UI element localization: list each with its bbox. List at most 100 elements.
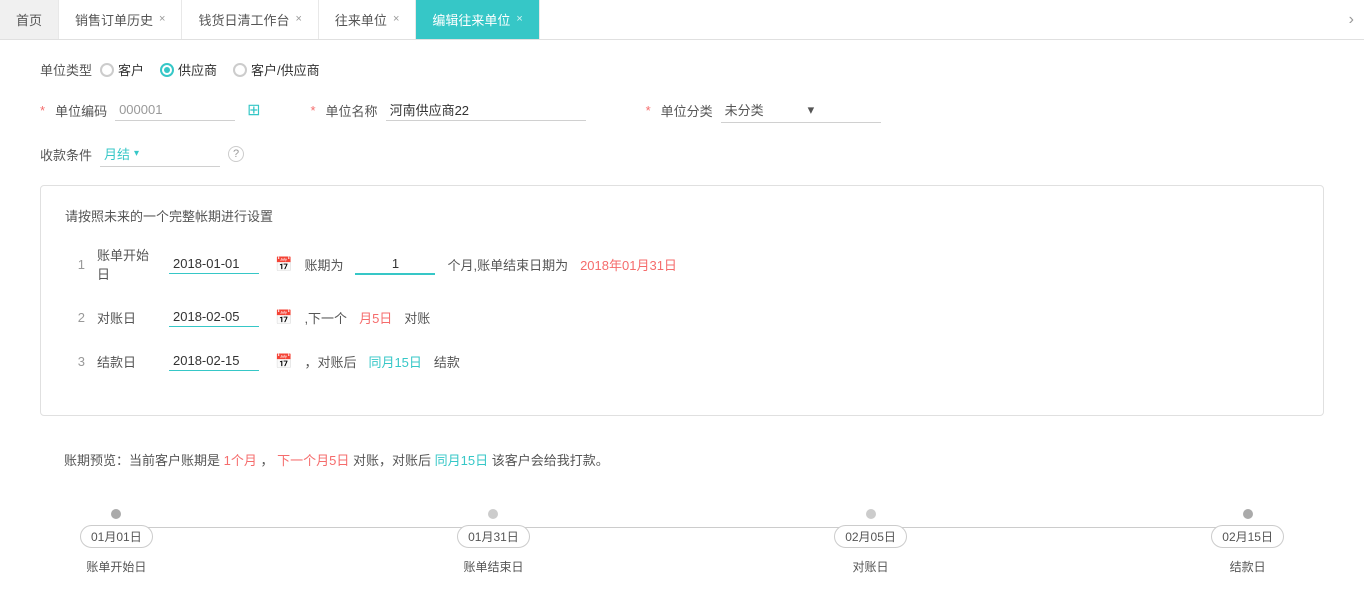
row-1-num: 1 (65, 257, 85, 272)
tab-edit-partner[interactable]: 编辑往来单位 × (416, 0, 539, 39)
unit-name-input[interactable] (386, 99, 586, 121)
unit-classify-select[interactable]: 未分类 ▾ (721, 97, 881, 123)
unit-classify-star: * (646, 103, 651, 118)
radio-supplier-label: 供应商 (178, 60, 217, 79)
row-2-date-input[interactable] (169, 307, 259, 327)
row-2-type: 对账日 (97, 308, 157, 327)
settings-box: 请按照未来的一个完整帐期进行设置 1 账单开始日 📅 账期为 个月,账单结束日期… (40, 185, 1324, 416)
radio-customer-label: 客户 (118, 60, 144, 79)
payment-arrow: ▾ (134, 148, 139, 159)
row-3-type: 结款日 (97, 352, 157, 371)
payment-value: 月结 (104, 144, 130, 163)
row-1-period-label: 账期为 (304, 255, 343, 274)
tab-edit-partner-label: 编辑往来单位 (432, 10, 510, 29)
row-2-suffix-after: 对账 (404, 308, 430, 327)
row-1-period-end: 2018年01月31日 (580, 255, 677, 274)
tab-cash-desk-close[interactable]: × (295, 14, 301, 25)
tab-sales-order-close[interactable]: × (159, 14, 165, 25)
unit-classify-label: 单位分类 (661, 101, 713, 120)
timeline-wrapper: 01月01日 账单开始日 01月31日 账单结束日 02月05日 对账日 02月… (60, 509, 1304, 575)
tl-label-3: 结款日 (1230, 558, 1266, 575)
form-row-payment: 收款条件 月结 ▾ ? (40, 141, 1324, 167)
unit-classify-field: * 单位分类 未分类 ▾ (646, 97, 881, 123)
setting-row-3: 3 结款日 📅 ，对账后 同月15日 结款 (65, 351, 1299, 371)
radio-both[interactable]: 客户/供应商 (233, 60, 320, 79)
payment-select[interactable]: 月结 ▾ (100, 141, 220, 167)
preview-part4: 同月15日 (435, 453, 488, 468)
tl-label-1: 账单结束日 (463, 558, 523, 575)
preview-part1: 1个月 (224, 453, 257, 468)
page-content: 单位类型 客户 供应商 客户/供应商 * 单位编码 (0, 40, 1364, 608)
radio-supplier-circle (160, 63, 174, 77)
row-3-num: 3 (65, 354, 85, 369)
settings-title: 请按照未来的一个完整帐期进行设置 (65, 206, 1299, 225)
row-2-suffix-before: ,下一个 (304, 308, 347, 327)
radio-both-label: 客户/供应商 (251, 60, 320, 79)
tab-sales-order-label: 销售订单历史 (75, 10, 153, 29)
row-1-type: 账单开始日 (97, 245, 157, 283)
tab-cash-desk[interactable]: 钱货日清工作台 × (182, 0, 318, 39)
tl-badge-3: 02月15日 (1211, 525, 1284, 548)
unit-type-label: 单位类型 (40, 60, 92, 79)
timeline-points: 01月01日 账单开始日 01月31日 账单结束日 02月05日 对账日 02月… (80, 509, 1284, 575)
setting-row-2: 2 对账日 📅 ,下一个 月5日 对账 (65, 307, 1299, 327)
radio-supplier[interactable]: 供应商 (160, 60, 217, 79)
unit-code-star: * (40, 103, 45, 118)
unit-name-field: * 单位名称 (310, 99, 585, 121)
row-3-date-input[interactable] (169, 351, 259, 371)
row-3-suffix-highlight: 同月15日 (368, 352, 421, 371)
tl-badge-0: 01月01日 (80, 525, 153, 548)
unit-code-label: 单位编码 (55, 101, 107, 120)
tab-home[interactable]: 首页 (0, 0, 59, 39)
radio-group-unit-type: 客户 供应商 客户/供应商 (100, 60, 320, 79)
row-3-calendar-icon[interactable]: 📅 (275, 353, 292, 370)
timeline-point-1: 01月31日 账单结束日 (457, 509, 530, 575)
unit-code-input[interactable] (115, 99, 235, 121)
unit-classify-arrow: ▾ (808, 102, 815, 118)
row-1-period-unit: 个月,账单结束日期为 (447, 255, 568, 274)
tab-partner-close[interactable]: × (393, 14, 399, 25)
tabs-scroll-arrow[interactable]: › (1339, 11, 1364, 29)
tab-home-label: 首页 (16, 10, 42, 29)
form-row-unit-type: 单位类型 客户 供应商 客户/供应商 (40, 60, 1324, 79)
row-1-date-input[interactable] (169, 254, 259, 274)
preview-part3: 对账，对账后 (353, 453, 431, 468)
tab-partner-label: 往来单位 (335, 10, 387, 29)
tl-badge-2: 02月05日 (834, 525, 907, 548)
timeline-container: 01月01日 账单开始日 01月31日 账单结束日 02月05日 对账日 02月… (60, 509, 1304, 575)
row-3-suffix-after: 结款 (434, 352, 460, 371)
tl-badge-1: 01月31日 (457, 525, 530, 548)
tab-sales-order[interactable]: 销售订单历史 × (59, 0, 182, 39)
row-2-calendar-icon[interactable]: 📅 (275, 309, 292, 326)
payment-field: 收款条件 月结 ▾ ? (40, 141, 244, 167)
setting-row-1: 1 账单开始日 📅 账期为 个月,账单结束日期为 2018年01月31日 (65, 245, 1299, 283)
tabs-bar: 首页 销售订单历史 × 钱货日清工作台 × 往来单位 × 编辑往来单位 × › (0, 0, 1364, 40)
tl-dot-2 (866, 509, 876, 519)
row-1-period-input[interactable] (355, 254, 435, 275)
unit-code-field: * 单位编码 ⊞ (40, 99, 260, 121)
form-row-code-name: * 单位编码 ⊞ * 单位名称 * 单位分类 未分类 ▾ (40, 97, 1324, 123)
tl-dot-3 (1243, 509, 1253, 519)
tab-edit-partner-close[interactable]: × (516, 14, 522, 25)
row-1-calendar-icon[interactable]: 📅 (275, 256, 292, 273)
payment-help-icon[interactable]: ? (228, 146, 244, 162)
preview-suffix: 该客户会给我打款。 (492, 453, 609, 468)
radio-customer[interactable]: 客户 (100, 60, 144, 79)
preview-part2: 下一个月5日 (277, 453, 349, 468)
timeline-point-0: 01月01日 账单开始日 (80, 509, 153, 575)
unit-type-field: 单位类型 客户 供应商 客户/供应商 (40, 60, 320, 79)
preview-prefix: 账期预览：当前客户账期是 (64, 453, 220, 468)
unit-code-icon[interactable]: ⊞ (247, 100, 260, 120)
tl-dot-1 (488, 509, 498, 519)
unit-classify-value: 未分类 (725, 100, 764, 119)
unit-name-label: 单位名称 (326, 101, 378, 120)
preview-text: 账期预览：当前客户账期是 1个月 ， 下一个月5日 对账，对账后 同月15日 该… (64, 453, 609, 468)
tab-partner[interactable]: 往来单位 × (319, 0, 416, 39)
tl-label-0: 账单开始日 (86, 558, 146, 575)
timeline-point-2: 02月05日 对账日 (834, 509, 907, 575)
tl-label-2: 对账日 (853, 558, 889, 575)
preview-comma1: ， (261, 453, 274, 468)
tab-cash-desk-label: 钱货日清工作台 (198, 10, 289, 29)
radio-customer-circle (100, 63, 114, 77)
tl-dot-0 (111, 509, 121, 519)
